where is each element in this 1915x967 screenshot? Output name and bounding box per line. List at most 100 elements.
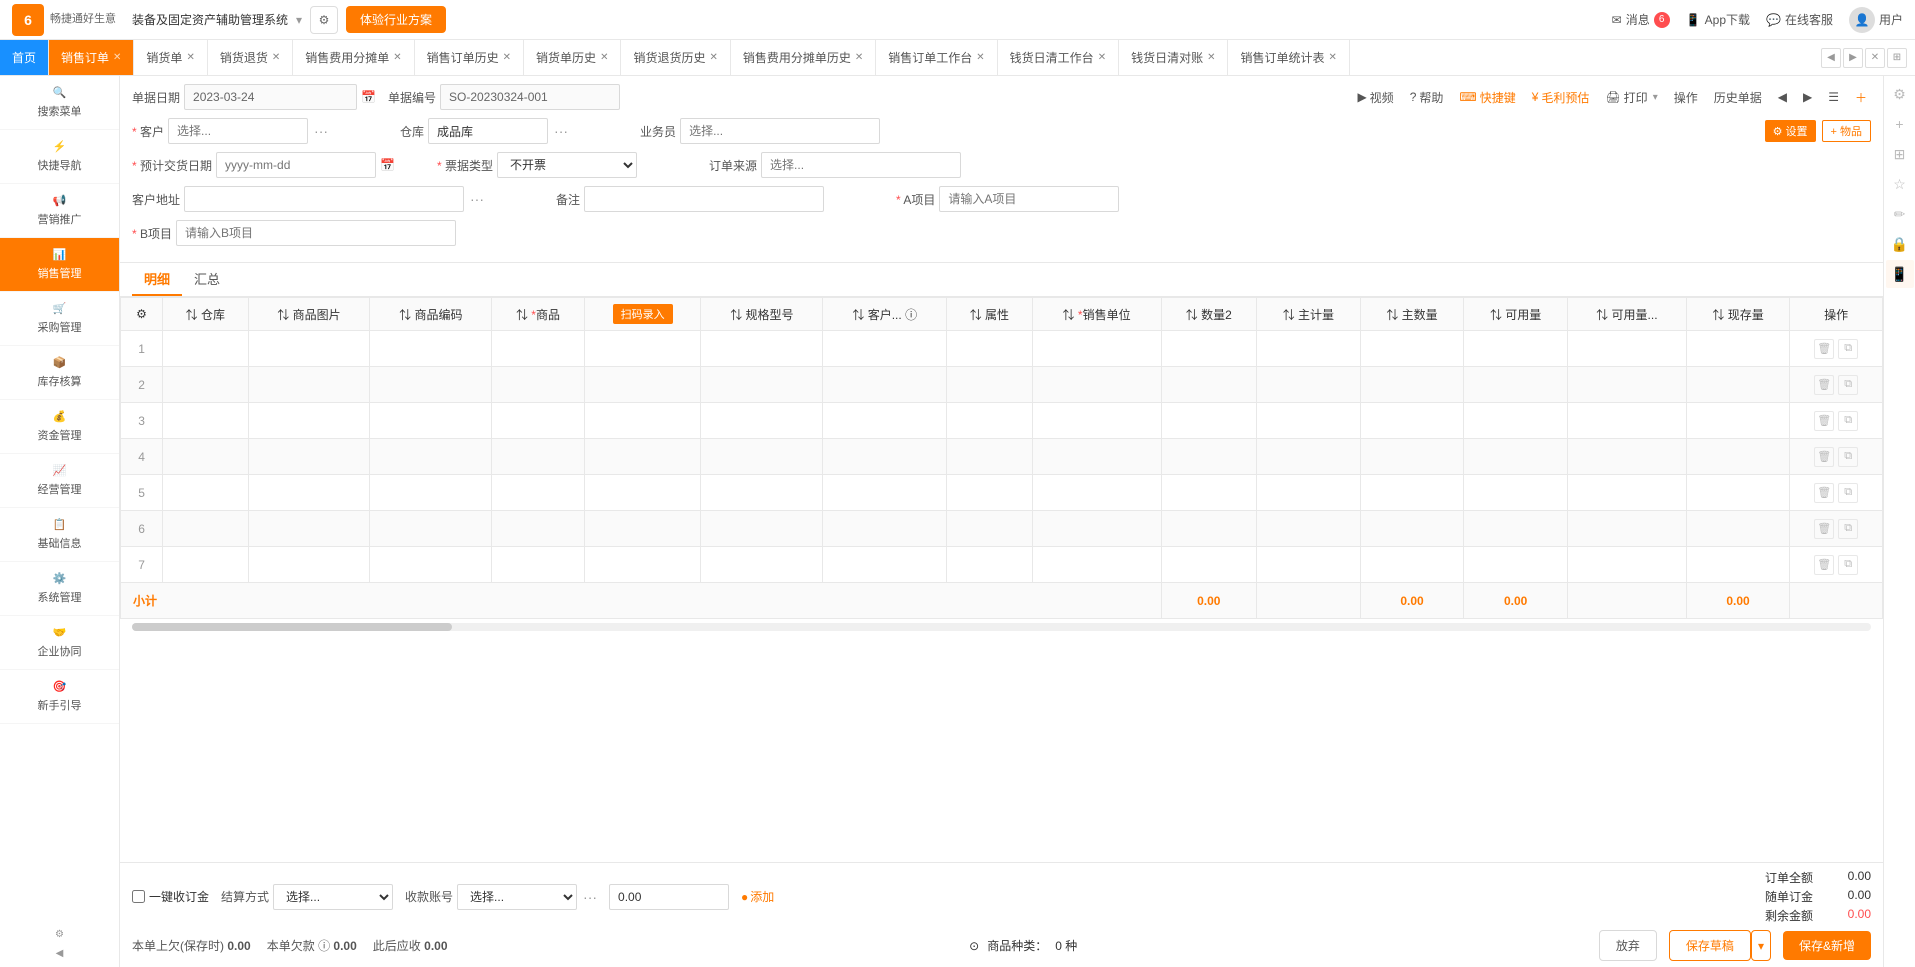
sidebar-item-marketing[interactable]: 📢 营销推广 [0,184,119,238]
copy-icon[interactable]: ⧉ [1838,447,1858,467]
add-btn[interactable]: ● 添加 [741,888,774,905]
customer-more-btn[interactable]: ··· [314,123,328,139]
row-available-qty2[interactable] [1567,367,1686,403]
one-click-check[interactable] [132,890,145,903]
sidebar-item-guide[interactable]: 🎯 新手引导 [0,670,119,724]
nav-next-btn[interactable]: ▶ [1799,88,1816,106]
delivery-date-input[interactable] [216,152,376,178]
order-no-input[interactable] [440,84,620,110]
system-dropdown-icon[interactable]: ▾ [296,13,302,27]
row-customer-code[interactable] [823,367,947,403]
row-main-unit[interactable] [1257,331,1361,367]
tab-detail[interactable]: 明细 [132,263,182,296]
col-goods[interactable]: ⇅ *商品 [492,298,585,331]
row-qty2[interactable] [1161,367,1257,403]
row-spec[interactable] [701,331,823,367]
remark-input[interactable] [584,186,824,212]
copy-icon[interactable]: ⧉ [1838,555,1858,575]
sidebar-item-base[interactable]: 📋 基础信息 [0,508,119,562]
warehouse-more-btn[interactable]: ··· [554,123,568,139]
tab-sales-order-hist[interactable]: 销售订单历史 ✕ [415,40,524,76]
col-unit[interactable]: ⇅ *销售单位 [1032,298,1161,331]
col-spec[interactable]: ⇅ 规格型号 [701,298,823,331]
a-project-input[interactable] [939,186,1119,212]
nav-close-all[interactable]: ✕ [1865,48,1885,68]
save-new-btn[interactable]: 保存&新增 [1783,931,1871,960]
copy-icon[interactable]: ⧉ [1838,375,1858,395]
sidebar-item-finance[interactable]: 💰 资金管理 [0,400,119,454]
nav-grid[interactable]: ⊞ [1887,48,1907,68]
print-btn[interactable]: 🖨 打印 ▾ [1601,87,1661,108]
row-customer-code[interactable] [823,331,947,367]
close-icon[interactable]: ✕ [1329,52,1337,63]
nav-next[interactable]: ▶ [1843,48,1863,68]
discard-btn[interactable]: 放弃 [1599,930,1657,961]
tab-cash-reconcile[interactable]: 钱货日清对账 ✕ [1119,40,1228,76]
sidebar-item-purchase[interactable]: 🛒 采购管理 [0,292,119,346]
delete-icon[interactable]: 🗑 [1814,483,1834,503]
row-available-qty[interactable] [1464,367,1568,403]
col-qty2[interactable]: ⇅ 数量2 [1161,298,1257,331]
sidebar-item-operation[interactable]: 📈 经营管理 [0,454,119,508]
col-main-unit[interactable]: ⇅ 主计量 [1257,298,1361,331]
col-main-qty[interactable]: ⇅ 主数量 [1360,298,1464,331]
close-icon[interactable]: ✕ [113,52,121,63]
history-btn[interactable]: 历史单据 [1710,87,1766,108]
col-current-qty[interactable]: ⇅ 现存量 [1686,298,1790,331]
nav-prev[interactable]: ◀ [1821,48,1841,68]
sidebar-item-quick-nav[interactable]: ⚡ 快捷导航 [0,130,119,184]
delete-icon[interactable]: 🗑 [1814,339,1834,359]
row-spec[interactable] [701,367,823,403]
row-available-qty[interactable] [1464,331,1568,367]
close-icon[interactable]: ✕ [1207,52,1215,63]
col-customer-code[interactable]: ⇅ 客户... ⓘ [823,298,947,331]
calendar-icon[interactable]: 📅 [361,90,376,104]
help-btn[interactable]: ? 帮助 [1406,87,1448,108]
tab-home[interactable]: 首页 [0,40,49,76]
row-code[interactable] [370,331,492,367]
config-btn[interactable]: ⚙ 设置 [1765,120,1816,142]
right-panel-edit[interactable]: ✏ [1886,200,1914,228]
delete-icon[interactable]: 🗑 [1814,411,1834,431]
sidebar-collapse-btn[interactable]: ◀ [8,948,111,959]
b-project-input[interactable] [176,220,456,246]
sidebar-item-sales[interactable]: 📊 销售管理 [0,238,119,292]
delete-icon[interactable]: 🗑 [1814,555,1834,575]
close-icon[interactable]: ✕ [709,52,717,63]
gear-button[interactable]: ⚙ [310,6,338,34]
invoice-type-select[interactable]: 不开票 [497,152,637,178]
view-btn[interactable]: ▶ 视频 [1353,87,1397,108]
tab-sales-fee[interactable]: 销售费用分摊单 ✕ [293,40,414,76]
receipt-more-btn[interactable]: ··· [583,889,597,905]
payment-method-select[interactable]: 选择... [273,884,393,910]
message-btn[interactable]: ✉ 消息 6 [1612,11,1670,28]
tab-sales-fee-hist[interactable]: 销售费用分摊单历史 ✕ [731,40,876,76]
close-icon[interactable]: ✕ [976,52,984,63]
customer-input[interactable] [168,118,308,144]
sidebar-settings-btn[interactable]: ⚙ [8,929,111,940]
save-draft-btn[interactable]: 保存草稿 [1669,930,1751,961]
amount-input[interactable] [609,884,729,910]
copy-icon[interactable]: ⧉ [1838,339,1858,359]
right-panel-settings[interactable]: ⚙ [1886,80,1914,108]
close-icon[interactable]: ✕ [1098,52,1106,63]
tab-sales-workbench[interactable]: 销售订单工作台 ✕ [876,40,997,76]
tab-sales-stats[interactable]: 销售订单统计表 ✕ [1228,40,1349,76]
col-attr[interactable]: ⇅ 属性 [947,298,1032,331]
right-panel-table[interactable]: ⊞ [1886,140,1914,168]
warehouse-input[interactable] [428,118,548,144]
receipt-account-select[interactable]: 选择... [457,884,577,910]
tab-sales-goods[interactable]: 销货单 ✕ [134,40,207,76]
online-service-btn[interactable]: 💬 在线客服 [1766,11,1833,28]
row-attr[interactable] [947,367,1032,403]
row-current-qty[interactable] [1686,331,1790,367]
col-available-qty[interactable]: ⇅ 可用量 [1464,298,1568,331]
sidebar-item-inventory[interactable]: 📦 库存核算 [0,346,119,400]
right-panel-lock[interactable]: 🔒 [1886,230,1914,258]
order-source-input[interactable] [761,152,961,178]
row-main-qty[interactable] [1360,367,1464,403]
col-setting[interactable]: ⚙ [121,298,163,331]
copy-icon[interactable]: ⧉ [1838,483,1858,503]
delete-icon[interactable]: 🗑 [1814,447,1834,467]
col-available-qty2[interactable]: ⇅ 可用量... [1567,298,1686,331]
